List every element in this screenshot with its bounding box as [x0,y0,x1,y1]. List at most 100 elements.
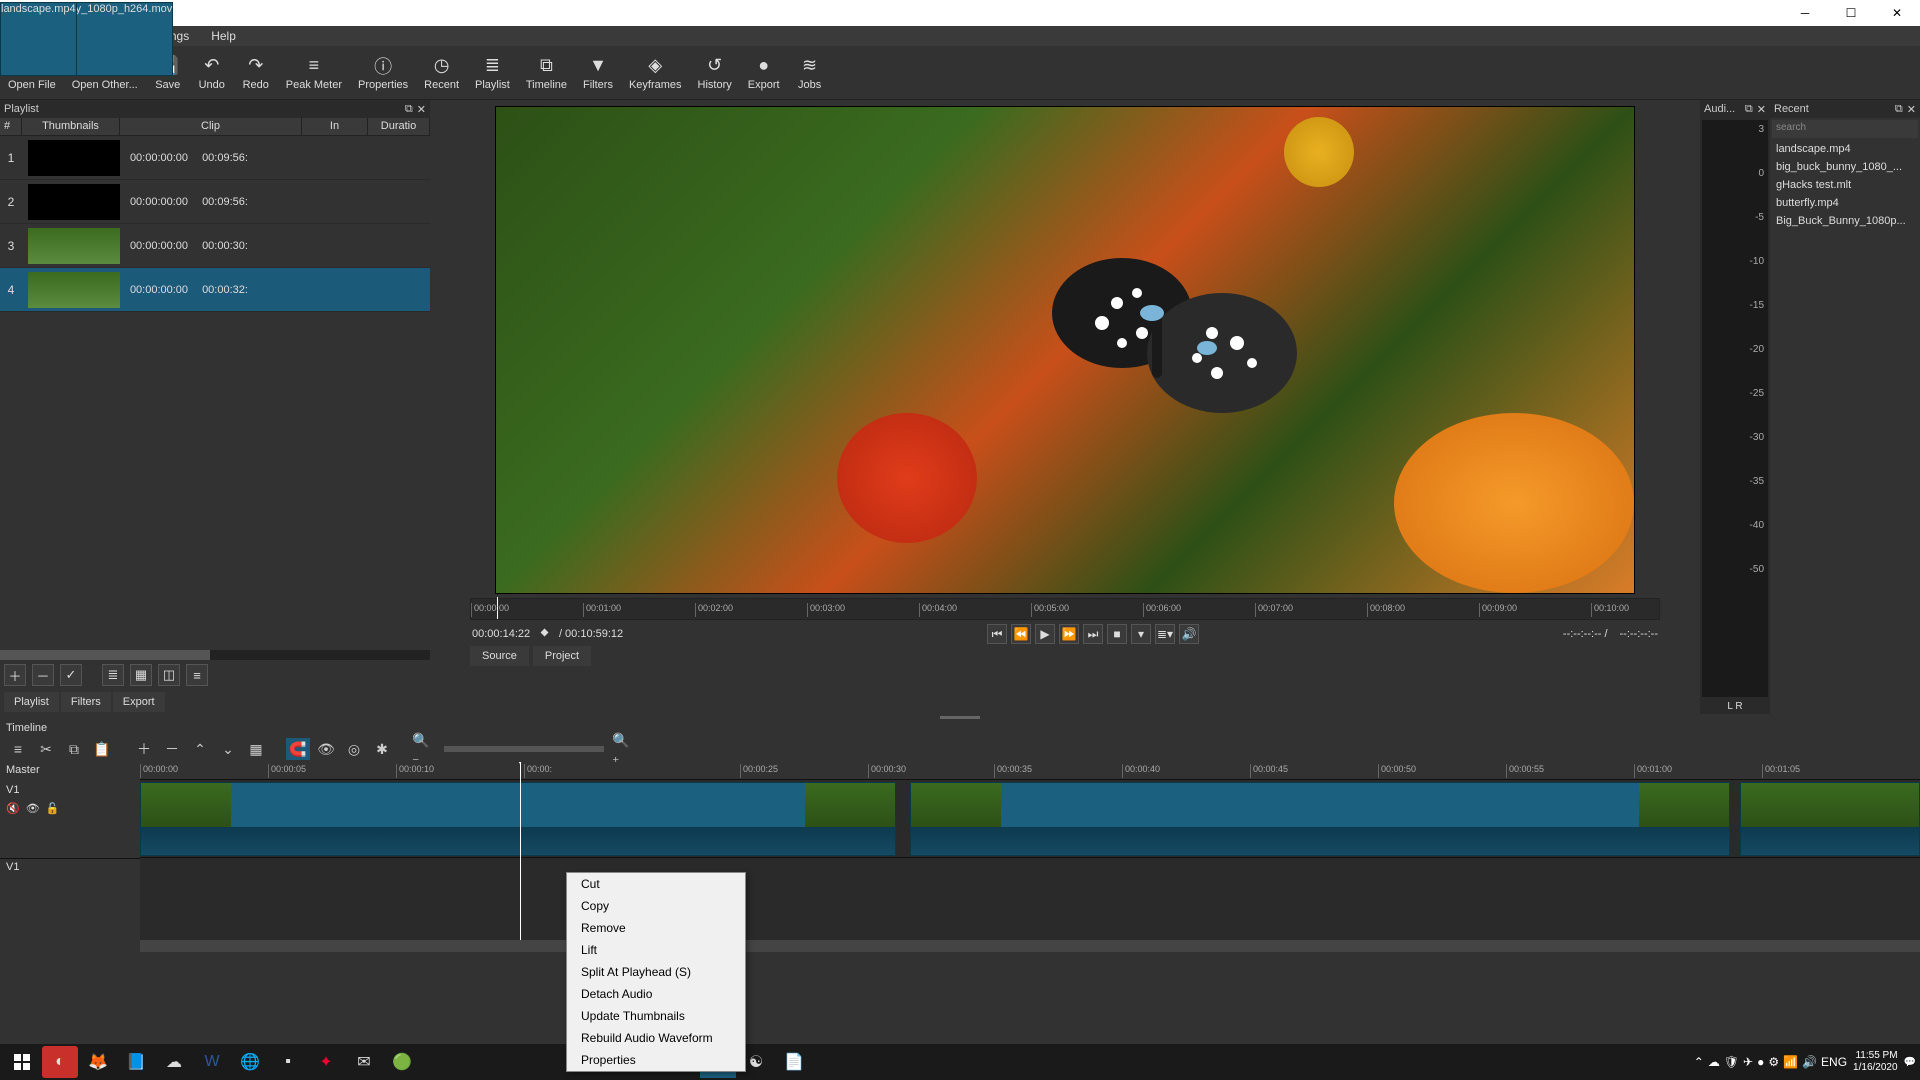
ctx-cut[interactable]: Cut [567,873,745,895]
undock-icon[interactable]: ⧉ [1895,103,1903,116]
master-track-head[interactable]: Master [0,762,140,780]
skip-next-button[interactable]: ⏭ [1083,624,1103,644]
menu-icon[interactable]: ≡ [186,664,208,686]
zoom-out-icon[interactable]: 🔍₋ [412,738,436,760]
ctx-remove[interactable]: Remove [567,917,745,939]
timeline-tracks[interactable]: 00:00:0000:00:0500:00:1000:00:00:00:2500… [140,762,1920,952]
ctx-detach-audio[interactable]: Detach Audio [567,983,745,1005]
recent-item[interactable]: gHacks test.mlt [1770,176,1920,194]
mute-icon[interactable]: 🔇 [6,802,20,815]
undock-icon[interactable]: ⧉ [1745,103,1753,116]
volume-button[interactable]: 🔊 [1179,624,1199,644]
ctx-copy[interactable]: Copy [567,895,745,917]
tray-wifi-icon[interactable]: 📶 [1783,1055,1798,1069]
timeline-menu-icon[interactable]: ≡ [6,738,30,760]
update-button[interactable]: ✓ [60,664,82,686]
tray-icon[interactable]: ☁ [1708,1055,1720,1069]
remove-button[interactable]: － [32,664,54,686]
taskbar-chrome[interactable]: 🟢 [384,1046,420,1078]
undock-icon[interactable]: ⧉ [405,103,413,116]
skip-prev-button[interactable]: ⏮ [987,624,1007,644]
timeline-scrollbar[interactable] [140,940,1920,952]
recent-item[interactable]: Big_Buck_Bunny_1080p... [1770,212,1920,230]
ctx-properties[interactable]: Properties [567,1049,745,1071]
taskbar-app-3[interactable]: 📘 [118,1046,154,1078]
remove-icon[interactable]: － [160,738,184,760]
recent-item[interactable]: landscape.mp4 [1770,140,1920,158]
timeline-clip[interactable]: big_buck_bunny [1740,782,1920,856]
add-button[interactable]: ＋ [4,664,26,686]
paste-icon[interactable]: 📋 [90,738,114,760]
current-timecode[interactable]: 00:00:14:22 [470,626,532,642]
tray-icon[interactable]: ⌃ [1694,1055,1704,1069]
timeline-ruler[interactable]: 00:00:0000:00:0500:00:1000:00:00:00:2500… [140,762,1920,780]
recent-item[interactable]: big_buck_bunny_1080_... [1770,158,1920,176]
undo-button[interactable]: ↶Undo [190,53,234,93]
v1-track-head-2[interactable]: V1 [0,858,140,876]
maximize-button[interactable]: ☐ [1828,0,1874,26]
notification-button[interactable]: 💬 [1904,1057,1916,1068]
menu-help[interactable]: Help [201,27,246,45]
playlist-row[interactable]: 2big_buck_bunny_1080p_h264.mov00:00:00:0… [0,180,430,224]
video-preview[interactable] [495,106,1635,594]
track-v1[interactable]: butterfly.mp4landscape.mp4big_buck_bunny [140,780,1920,858]
taskbar-app-6[interactable]: 🌐 [232,1046,268,1078]
tray-lang-icon[interactable]: ENG [1821,1055,1847,1069]
tab-playlist[interactable]: Playlist [4,692,59,712]
view-grid-icon[interactable]: ▦ [130,664,152,686]
close-panel-icon[interactable]: ✕ [417,103,426,116]
timeline-playhead[interactable] [520,762,521,952]
properties-button[interactable]: ⓘProperties [350,53,416,93]
tray-icon[interactable]: ✈ [1743,1055,1753,1069]
filters-button[interactable]: ▼Filters [575,53,621,93]
export-button[interactable]: ●Export [740,53,788,93]
close-button[interactable]: ✕ [1874,0,1920,26]
tab-project[interactable]: Project [533,646,591,666]
stop-button[interactable]: ■ [1107,624,1127,644]
view-list-icon[interactable]: ≣ [102,664,124,686]
col-idx[interactable]: # [0,118,22,135]
toggle-button[interactable]: ▾ [1131,624,1151,644]
forward-button[interactable]: ⏩ [1059,624,1079,644]
zoom-slider[interactable] [444,746,604,752]
taskbar-clock[interactable]: 11:55 PM 1/16/2020 [1853,1050,1898,1074]
zoom-dropdown[interactable]: ≣▾ [1155,624,1175,644]
close-panel-icon[interactable]: ✕ [1907,103,1916,116]
recent-item[interactable]: butterfly.mp4 [1770,194,1920,212]
col-clip[interactable]: Clip [120,118,302,135]
tray-icon[interactable]: 🛡 [1724,1055,1739,1069]
close-panel-icon[interactable]: ✕ [1757,103,1766,116]
ctx-update-thumbnails[interactable]: Update Thumbnails [567,1005,745,1027]
ctx-split-at-playhead-s-[interactable]: Split At Playhead (S) [567,961,745,983]
col-dur[interactable]: Duratio [368,118,430,135]
playlist-row[interactable]: 4landscape.mp400:00:00:0000:00:32: [0,268,430,312]
taskbar-terminal[interactable]: ▪ [270,1046,306,1078]
col-thumb[interactable]: Thumbnails [22,118,120,135]
col-in[interactable]: In [302,118,368,135]
tab-filters[interactable]: Filters [61,692,111,712]
zoom-in-icon[interactable]: 🔍₊ [612,738,636,760]
overwrite-icon[interactable]: ⌄ [216,738,240,760]
redo-button[interactable]: ↷Redo [234,53,278,93]
tab-source[interactable]: Source [470,646,529,666]
play-button[interactable]: ▶ [1035,624,1055,644]
append-icon[interactable]: ＋ [132,738,156,760]
preview-ruler[interactable]: 00:00:0000:01:0000:02:0000:03:0000:04:00… [470,598,1660,620]
minimize-button[interactable]: ─ [1782,0,1828,26]
taskbar-word[interactable]: W [194,1046,230,1078]
hide-icon[interactable]: 👁 [26,802,40,815]
timeline-clip[interactable]: landscape.mp4 [910,782,1730,856]
snap-icon[interactable]: 🧲 [286,738,310,760]
taskbar-mail[interactable]: ✉ [346,1046,382,1078]
view-tiles-icon[interactable]: ◫ [158,664,180,686]
ctx-lift[interactable]: Lift [567,939,745,961]
ripple-icon[interactable]: ◎ [342,738,366,760]
jobs-button[interactable]: ≋Jobs [788,53,832,93]
playlist-row[interactable]: 3butterfly.mp400:00:00:0000:00:30: [0,224,430,268]
tray-icon[interactable]: ⚙ [1768,1055,1779,1069]
copy-icon[interactable]: ⧉ [62,738,86,760]
tray-icon[interactable]: ● [1757,1055,1764,1069]
system-tray[interactable]: ⌃ ☁ 🛡 ✈ ● ⚙ 📶 🔊 ENG [1694,1055,1847,1069]
v1-track-head[interactable]: V1 🔇 👁 🔓 [0,780,140,858]
cut-icon[interactable]: ✂ [34,738,58,760]
